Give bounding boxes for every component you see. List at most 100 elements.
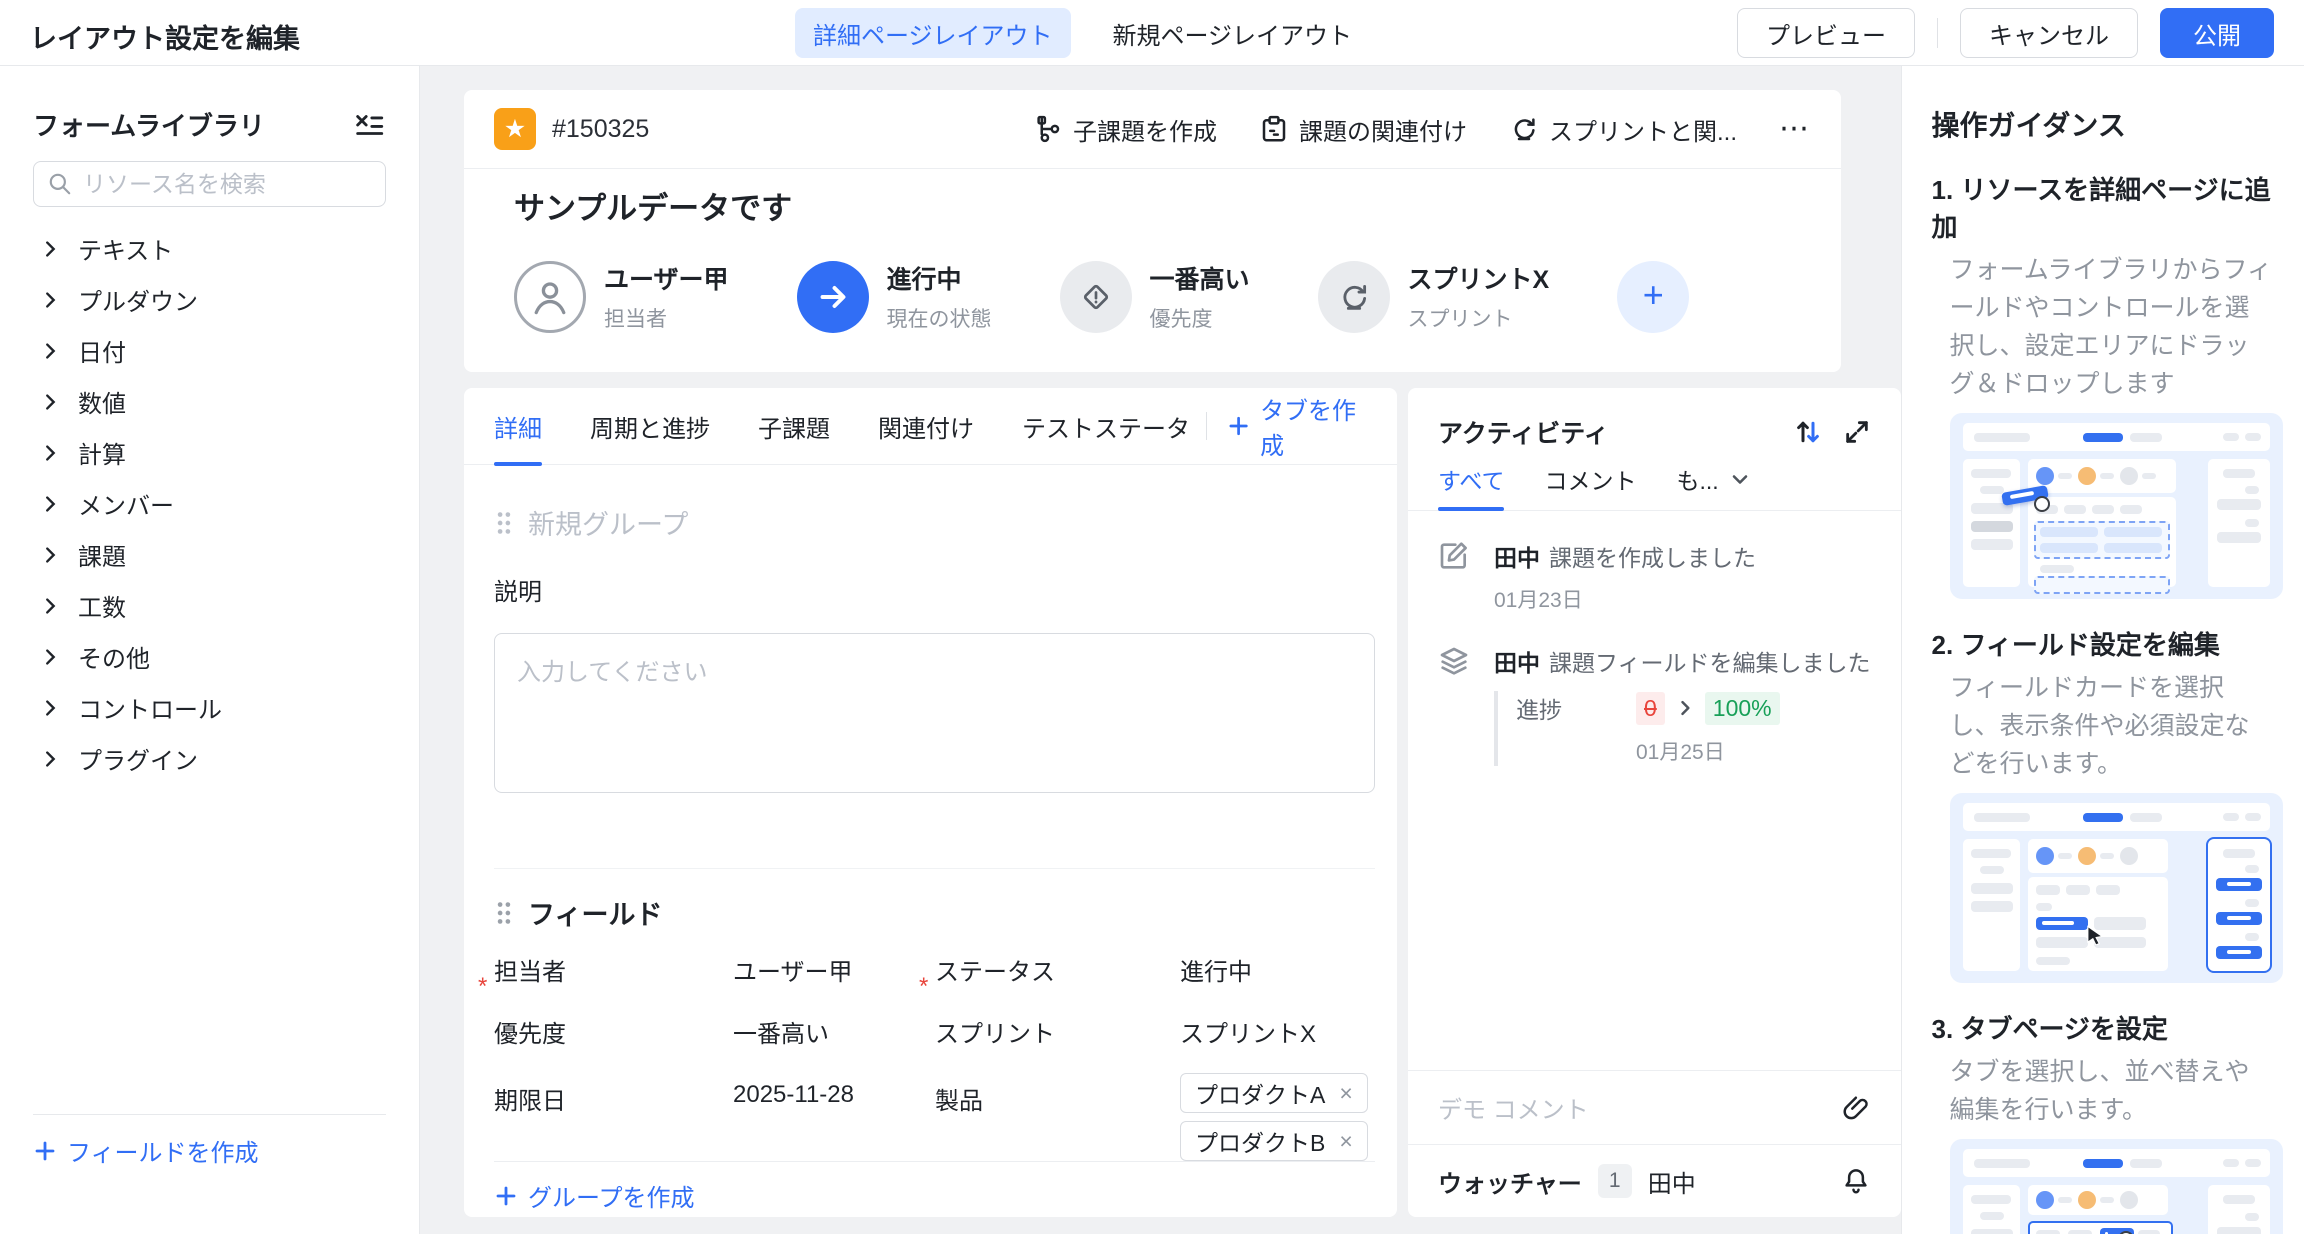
priority-icon <box>1059 260 1132 333</box>
activity-tab-comments[interactable]: コメント <box>1544 462 1636 510</box>
attr-status[interactable]: 進行中 現在の状態 <box>796 260 992 333</box>
layout-editor-canvas: ★ #150325 子課題を作成 課題の関連付け スプリントと関... ⋯ サン… <box>420 66 1901 1234</box>
issue-header-card: ★ #150325 子課題を作成 課題の関連付け スプリントと関... ⋯ サン… <box>464 90 1841 372</box>
field-value-assignee[interactable]: ユーザー甲 <box>733 938 935 1000</box>
activity-user[interactable]: 田中 <box>1494 650 1540 676</box>
chevron-right-icon <box>46 750 56 767</box>
required-asterisk: * <box>478 972 488 1000</box>
comment-input[interactable]: デモ コメント <box>1408 1070 1901 1144</box>
field-label-assignee[interactable]: * 担当者 <box>478 938 733 1000</box>
field-change-block: 進捗 0 100% 01月25日 <box>1494 691 1871 766</box>
remove-tag-icon[interactable]: × <box>1339 1128 1352 1155</box>
attr-priority[interactable]: 一番高い 優先度 <box>1059 260 1250 333</box>
product-tag[interactable]: プロダクトA × <box>1180 1073 1368 1113</box>
create-group-button[interactable]: グループを作成 <box>494 1178 695 1213</box>
detail-content: 新規グループ 説明 フィールド *担当者 ユーザー甲 *ステータス 進行中 優 <box>464 465 1397 1213</box>
tab-detail[interactable]: 詳細 <box>494 388 542 466</box>
field-label-product[interactable]: 製品 <box>935 1062 1180 1161</box>
remove-tag-icon[interactable]: × <box>1339 1080 1352 1107</box>
sidebar-footer: フィールドを作成 <box>33 1114 386 1234</box>
field-value-status[interactable]: 進行中 <box>1180 938 1375 1000</box>
field-value-product[interactable]: プロダクトA × プロダクトB × <box>1180 1062 1375 1161</box>
group-name-placeholder[interactable]: 新規グループ <box>528 503 688 542</box>
issue-card-body: サンプルデータです ユーザー甲 担当者 進行中 現在の状態 一番高い 優先度 ス… <box>464 169 1841 333</box>
sidebar-title: フォームライブラリ <box>33 111 265 141</box>
sidebar-item-plugin[interactable]: プラグイン <box>33 733 386 784</box>
sidebar-item-dropdown[interactable]: プルダウン <box>33 274 386 325</box>
activity-user[interactable]: 田中 <box>1494 545 1540 571</box>
sidebar-item-control[interactable]: コントロール <box>33 682 386 733</box>
publish-button[interactable]: 公開 <box>2160 8 2274 58</box>
arrow-cursor-icon <box>2086 925 2104 945</box>
sprint-relate-button[interactable]: スプリントと関... <box>1509 112 1737 147</box>
tab-new-page-layout[interactable]: 新規ページレイアウト <box>1095 8 1371 58</box>
plus-icon <box>496 1186 516 1205</box>
tab-detail-page-layout[interactable]: 詳細ページレイアウト <box>795 8 1071 58</box>
avatar <box>514 260 586 333</box>
tab-subissues[interactable]: 子課題 <box>758 388 830 465</box>
field-label-duedate[interactable]: 期限日 <box>494 1062 733 1161</box>
create-field-button[interactable]: フィールドを作成 <box>33 1133 259 1168</box>
sidebar-item-issue[interactable]: 課題 <box>33 529 386 580</box>
activity-tab-all[interactable]: すべて <box>1438 462 1505 511</box>
comment-placeholder: デモ コメント <box>1438 1097 1589 1124</box>
activity-tab-more[interactable]: も... <box>1676 462 1751 510</box>
attr-sprint[interactable]: スプリントX スプリント <box>1317 260 1549 333</box>
issue-attributes: ユーザー甲 担当者 進行中 現在の状態 一番高い 優先度 スプリントX スプリン… <box>514 260 1811 333</box>
activity-date: 01月25日 <box>1636 741 1725 764</box>
status-arrow-icon <box>796 260 869 333</box>
tab-test-status[interactable]: テストステータス <box>1022 388 1190 465</box>
field-value-priority[interactable]: 一番高い <box>733 1000 935 1062</box>
preview-button[interactable]: プレビュー <box>1737 8 1915 58</box>
search-input[interactable] <box>83 170 372 198</box>
layout-tabs: 詳細ページレイアウト 新規ページレイアウト <box>795 8 1370 58</box>
sprint-icon <box>1317 260 1390 333</box>
issue-title: サンプルデータです <box>514 191 793 226</box>
topbar-separator <box>1937 18 1938 48</box>
plus-icon <box>1229 416 1248 436</box>
chevron-down-icon <box>1732 475 1747 484</box>
new-value: 100% <box>1704 691 1780 725</box>
tabs-divider <box>1206 412 1207 440</box>
sidebar-item-number[interactable]: 数値 <box>33 376 386 427</box>
field-value-duedate[interactable]: 2025-11-28 <box>733 1062 935 1161</box>
fields-group-header[interactable]: フィールド <box>494 893 1375 932</box>
chevron-right-icon <box>46 495 56 512</box>
sprint-icon <box>1514 118 1535 141</box>
sidebar-item-text[interactable]: テキスト <box>33 223 386 274</box>
layers-icon <box>1438 644 1470 766</box>
sidebar-item-calc[interactable]: 計算 <box>33 427 386 478</box>
field-label-priority[interactable]: 優先度 <box>494 1000 733 1062</box>
group-header[interactable]: 新規グループ <box>494 503 1375 542</box>
relate-issue-button[interactable]: 課題の関連付け <box>1259 112 1467 147</box>
tab-cycle-progress[interactable]: 周期と進捗 <box>590 388 710 465</box>
resource-search <box>33 161 386 207</box>
sidebar-item-date[interactable]: 日付 <box>33 325 386 376</box>
sidebar-item-other[interactable]: その他 <box>33 631 386 682</box>
field-value-sprint[interactable]: スプリントX <box>1180 1000 1375 1062</box>
bell-icon[interactable] <box>1841 1166 1871 1196</box>
create-tab-button[interactable]: タブを作成 <box>1227 391 1367 461</box>
product-tag[interactable]: プロダクトB × <box>1180 1121 1368 1161</box>
watcher-name[interactable]: 田中 <box>1648 1164 1696 1199</box>
cancel-button[interactable]: キャンセル <box>1960 8 2138 58</box>
collapse-panel-icon[interactable] <box>352 108 386 142</box>
detail-tabs: 詳細 周期と進捗 子課題 関連付け テストステータス タブを作成 <box>464 388 1397 466</box>
old-value: 0 <box>1636 691 1665 725</box>
activity-item-field-edit: 田中 課題フィールドを編集しました 進捗 0 100% 01月25日 <box>1438 644 1871 766</box>
expand-panel-icon[interactable] <box>1843 418 1871 446</box>
tab-relations[interactable]: 関連付け <box>878 388 974 465</box>
attachment-icon[interactable] <box>1841 1093 1871 1123</box>
field-label-status[interactable]: * ステータス <box>919 938 1180 1000</box>
more-actions-icon[interactable]: ⋯ <box>1779 114 1811 144</box>
attr-assignee[interactable]: ユーザー甲 担当者 <box>514 260 729 333</box>
field-label-sprint[interactable]: スプリント <box>935 1000 1180 1062</box>
add-attribute-button[interactable]: + <box>1617 260 1690 333</box>
description-textarea[interactable] <box>494 633 1375 793</box>
search-icon <box>47 171 73 197</box>
sidebar-item-member[interactable]: メンバー <box>33 478 386 529</box>
section-divider <box>494 868 1375 869</box>
sidebar-item-workload[interactable]: 工数 <box>33 580 386 631</box>
sort-order-icon[interactable] <box>1793 417 1823 447</box>
create-subissue-button[interactable]: 子課題を作成 <box>1033 112 1217 147</box>
